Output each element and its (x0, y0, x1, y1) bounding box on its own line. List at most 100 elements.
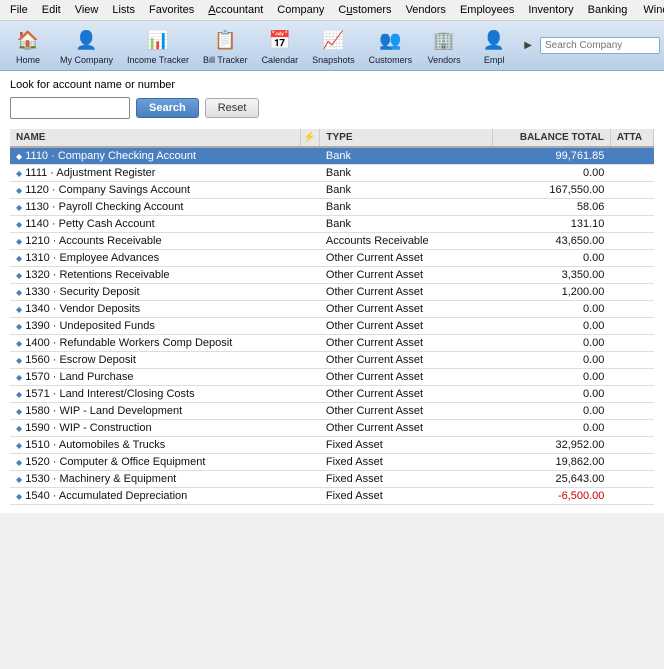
toolbar-vendors[interactable]: 🏢 Vendors (420, 23, 468, 68)
table-row[interactable]: ◆ 1310 · Employee Advances Other Current… (10, 250, 654, 267)
toolbar-employees[interactable]: 👤 Empl (470, 23, 518, 68)
table-row[interactable]: ◆ 1570 · Land Purchase Other Current Ass… (10, 369, 654, 386)
account-balance: 0.00 (492, 420, 610, 437)
my-company-icon: 👤 (73, 26, 101, 54)
income-tracker-icon: 📊 (144, 26, 172, 54)
account-id-name: ◆ 1390 · Undeposited Funds (10, 318, 301, 335)
toolbar-income-tracker-label: Income Tracker (127, 55, 189, 65)
diamond-icon: ◆ (16, 254, 22, 263)
menu-window[interactable]: Window (637, 2, 664, 18)
account-id-name: ◆ 1580 · WIP - Land Development (10, 403, 301, 420)
diamond-icon: ◆ (16, 339, 22, 348)
account-attach (610, 199, 653, 216)
toolbar-customers[interactable]: 👥 Customers (363, 23, 419, 68)
row-icon (301, 318, 320, 335)
menu-favorites[interactable]: Favorites (143, 2, 200, 18)
toolbar-my-company[interactable]: 👤 My Company (54, 23, 119, 68)
diamond-icon: ◆ (16, 424, 22, 433)
row-icon (301, 454, 320, 471)
table-row[interactable]: ◆ 1571 · Land Interest/Closing Costs Oth… (10, 386, 654, 403)
menu-lists[interactable]: Lists (106, 2, 141, 18)
account-balance: 99,761.85 (492, 147, 610, 165)
menu-inventory[interactable]: Inventory (522, 2, 579, 18)
menu-employees[interactable]: Employees (454, 2, 520, 18)
col-header-type: TYPE (320, 129, 492, 147)
table-row[interactable]: ◆ 1120 · Company Savings Account Bank 16… (10, 182, 654, 199)
toolbar-home-label: Home (16, 55, 40, 65)
toolbar: 🏠 Home 👤 My Company 📊 Income Tracker 📋 B… (0, 21, 664, 71)
search-company-input[interactable] (545, 40, 655, 51)
row-icon (301, 233, 320, 250)
account-id-name: ◆ 1510 · Automobiles & Trucks (10, 437, 301, 454)
table-row[interactable]: ◆ 1400 · Refundable Workers Comp Deposit… (10, 335, 654, 352)
table-row[interactable]: ◆ 1530 · Machinery & Equipment Fixed Ass… (10, 471, 654, 488)
account-balance: 0.00 (492, 369, 610, 386)
table-row[interactable]: ◆ 1580 · WIP - Land Development Other Cu… (10, 403, 654, 420)
search-button[interactable]: Search (136, 98, 199, 118)
account-type: Bank (320, 165, 492, 182)
menu-vendors[interactable]: Vendors (400, 2, 452, 18)
row-icon (301, 471, 320, 488)
account-id-name: ◆ 1330 · Security Deposit (10, 284, 301, 301)
toolbar-calendar-label: Calendar (262, 55, 299, 65)
snapshots-icon: 📈 (319, 26, 347, 54)
table-row[interactable]: ◆ 1330 · Security Deposit Other Current … (10, 284, 654, 301)
home-icon: 🏠 (14, 26, 42, 54)
account-type: Other Current Asset (320, 403, 492, 420)
reset-button[interactable]: Reset (205, 98, 260, 118)
toolbar-income-tracker[interactable]: 📊 Income Tracker (121, 23, 195, 68)
diamond-icon: ◆ (16, 203, 22, 212)
toolbar-calendar[interactable]: 📅 Calendar (256, 23, 305, 68)
menu-company[interactable]: Company (271, 2, 330, 18)
menu-file[interactable]: File (4, 2, 34, 18)
diamond-icon: ◆ (16, 220, 22, 229)
diamond-icon: ◆ (16, 390, 22, 399)
diamond-icon: ◆ (16, 441, 22, 450)
table-row[interactable]: ◆ 1390 · Undeposited Funds Other Current… (10, 318, 654, 335)
toolbar-home[interactable]: 🏠 Home (4, 23, 52, 68)
account-balance: 0.00 (492, 352, 610, 369)
row-icon (301, 301, 320, 318)
account-id-name: ◆ 1571 · Land Interest/Closing Costs (10, 386, 301, 403)
account-balance: 58.06 (492, 199, 610, 216)
table-row[interactable]: ◆ 1340 · Vendor Deposits Other Current A… (10, 301, 654, 318)
menu-view[interactable]: View (69, 2, 105, 18)
toolbar-snapshots[interactable]: 📈 Snapshots (306, 23, 361, 68)
diamond-icon: ◆ (16, 407, 22, 416)
table-row[interactable]: ◆ 1110 · Company Checking Account Bank 9… (10, 147, 654, 165)
bill-tracker-icon: 📋 (211, 26, 239, 54)
account-id-name: ◆ 1111 · Adjustment Register (10, 165, 301, 182)
account-balance: 0.00 (492, 335, 610, 352)
account-type: Bank (320, 199, 492, 216)
diamond-icon: ◆ (16, 237, 22, 246)
account-balance: 19,862.00 (492, 454, 610, 471)
table-row[interactable]: ◆ 1520 · Computer & Office Equipment Fix… (10, 454, 654, 471)
table-row[interactable]: ◆ 1140 · Petty Cash Account Bank 131.10 (10, 216, 654, 233)
table-row[interactable]: ◆ 1540 · Accumulated Depreciation Fixed … (10, 488, 654, 505)
toolbar-employees-label: Empl (484, 55, 505, 65)
account-balance: -6,500.00 (492, 488, 610, 505)
toolbar-bill-tracker[interactable]: 📋 Bill Tracker (197, 23, 254, 68)
account-type: Fixed Asset (320, 454, 492, 471)
table-row[interactable]: ◆ 1130 · Payroll Checking Account Bank 5… (10, 199, 654, 216)
account-type: Bank (320, 182, 492, 199)
diamond-icon: ◆ (16, 492, 22, 501)
menu-customers[interactable]: Customers (332, 2, 397, 18)
table-row[interactable]: ◆ 1210 · Accounts Receivable Accounts Re… (10, 233, 654, 250)
search-input[interactable] (10, 97, 130, 119)
table-row[interactable]: ◆ 1111 · Adjustment Register Bank 0.00 (10, 165, 654, 182)
account-attach (610, 488, 653, 505)
menu-accountant[interactable]: Accountant (202, 2, 269, 18)
row-icon (301, 199, 320, 216)
table-row[interactable]: ◆ 1320 · Retentions Receivable Other Cur… (10, 267, 654, 284)
toolbar-more[interactable]: ▶ (520, 26, 536, 66)
menu-edit[interactable]: Edit (36, 2, 67, 18)
table-row[interactable]: ◆ 1560 · Escrow Deposit Other Current As… (10, 352, 654, 369)
toolbar-snapshots-label: Snapshots (312, 55, 355, 65)
account-type: Other Current Asset (320, 318, 492, 335)
menu-banking[interactable]: Banking (582, 2, 634, 18)
table-row[interactable]: ◆ 1590 · WIP - Construction Other Curren… (10, 420, 654, 437)
account-attach (610, 420, 653, 437)
diamond-icon: ◆ (16, 186, 22, 195)
table-row[interactable]: ◆ 1510 · Automobiles & Trucks Fixed Asse… (10, 437, 654, 454)
